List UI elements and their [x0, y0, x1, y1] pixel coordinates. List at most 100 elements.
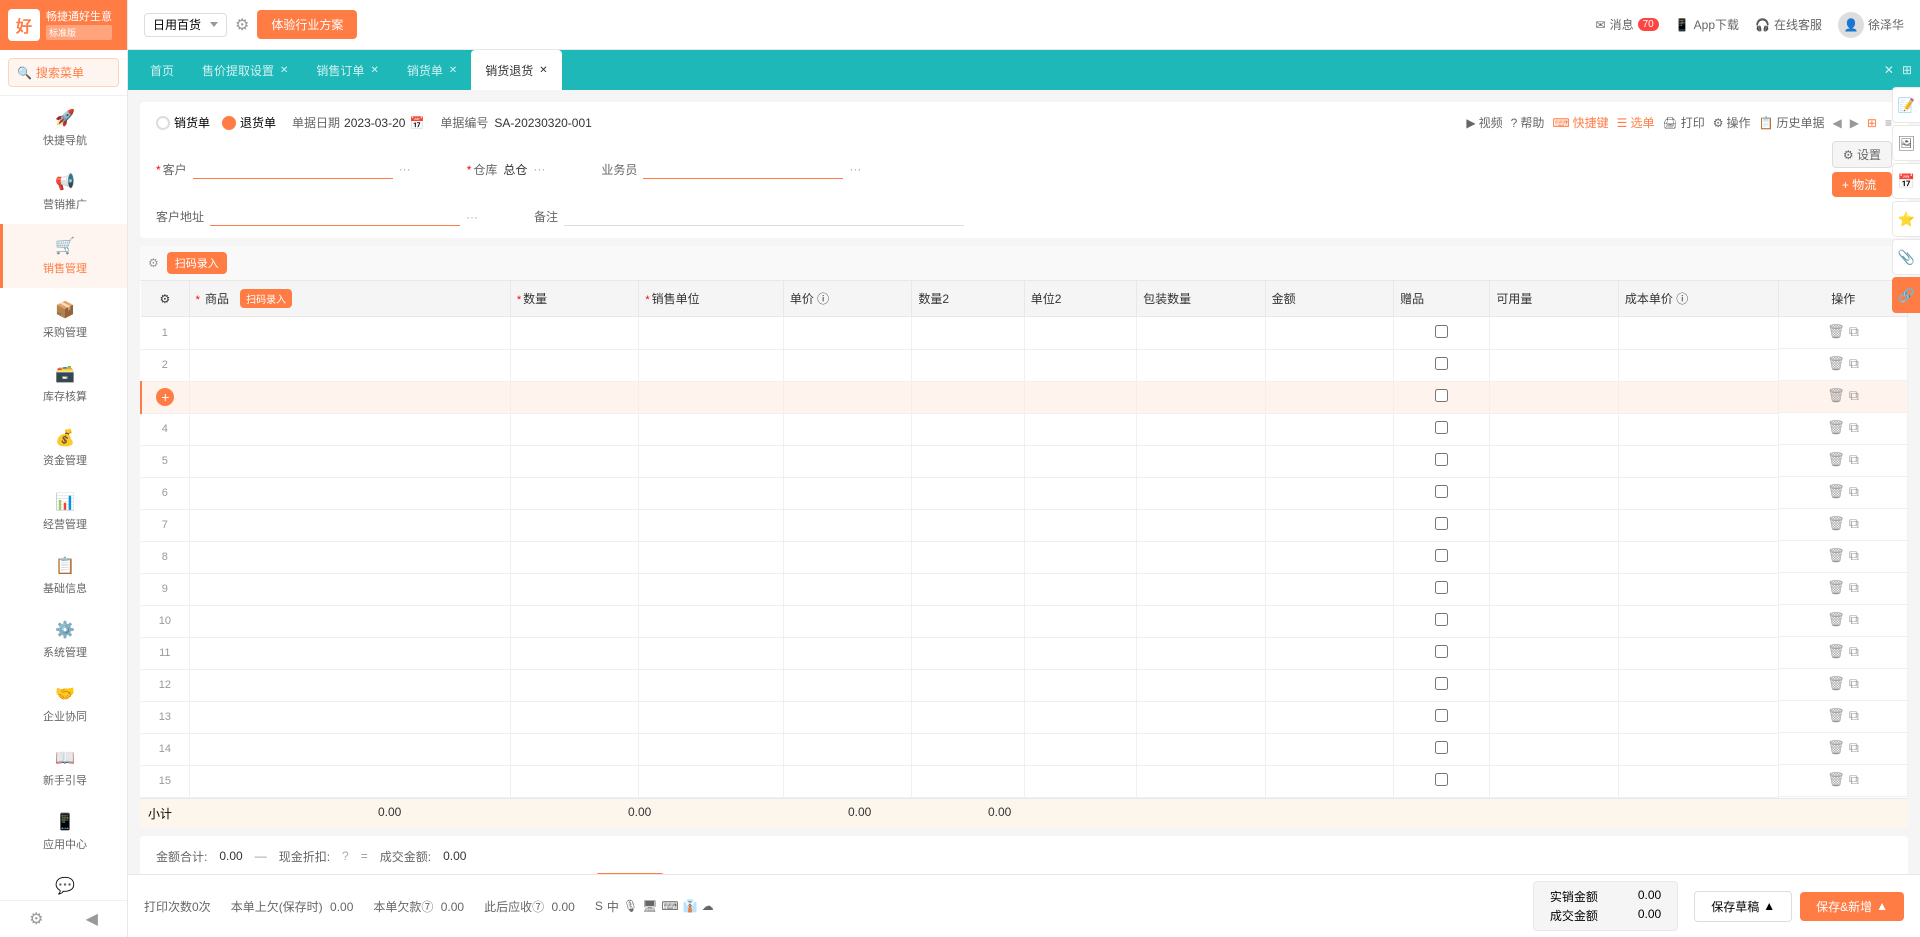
sidebar-item-system[interactable]: ⚙️ 系统管理 — [0, 608, 127, 672]
delete-icon[interactable]: 🗑 — [1827, 451, 1845, 470]
unit2-cell[interactable] — [1024, 669, 1136, 701]
print-btn[interactable]: 🖨 打印 — [1662, 114, 1704, 131]
float-clip-btn[interactable]: 📎 — [1892, 239, 1920, 275]
warehouse-picker-icon[interactable]: ··· — [533, 162, 545, 176]
quantity2-cell[interactable] — [912, 317, 1024, 350]
unit2-cell[interactable] — [1024, 573, 1136, 605]
amount-cell[interactable] — [1265, 605, 1393, 637]
quantity2-cell[interactable] — [912, 669, 1024, 701]
gift-checkbox[interactable] — [1435, 485, 1448, 498]
address-input[interactable] — [210, 207, 460, 226]
float-note-btn[interactable]: 📝 — [1892, 87, 1920, 123]
product-cell[interactable] — [189, 541, 510, 573]
lang-icon[interactable]: 中 — [607, 898, 619, 915]
sidebar-item-basic[interactable]: 📋 基础信息 — [0, 544, 127, 608]
quantity2-cell[interactable] — [912, 349, 1024, 381]
sidebar-item-quicknav[interactable]: 🚀 快捷导航 — [0, 96, 127, 160]
cost-price-cell[interactable] — [1618, 509, 1779, 541]
unit2-cell[interactable] — [1024, 445, 1136, 477]
history-btn[interactable]: 📋 历史单据 — [1758, 114, 1824, 131]
amount-cell[interactable] — [1265, 573, 1393, 605]
quantity-input[interactable] — [517, 742, 632, 756]
available-cell[interactable] — [1490, 413, 1618, 445]
package-qty-cell[interactable] — [1137, 413, 1265, 445]
quantity-input[interactable] — [517, 486, 632, 500]
more-tabs-icon[interactable]: ⊞ — [1902, 63, 1912, 77]
product-input[interactable] — [196, 518, 504, 532]
quantity2-cell[interactable] — [912, 509, 1024, 541]
gift-checkbox[interactable] — [1435, 581, 1448, 594]
quantity-input[interactable] — [517, 358, 632, 372]
tab-sales[interactable]: 销货单 ✕ — [393, 50, 471, 90]
unit-price-cell[interactable] — [783, 381, 911, 413]
customer-input[interactable] — [193, 160, 393, 179]
sidebar-item-appcenter[interactable]: 📱 应用中心 — [0, 800, 127, 864]
quantity-cell[interactable] — [510, 701, 638, 733]
available-cell[interactable] — [1490, 509, 1618, 541]
package-qty-cell[interactable] — [1137, 701, 1265, 733]
delete-icon[interactable]: 🗑 — [1827, 739, 1845, 758]
copy-icon[interactable]: ⧉ — [1849, 579, 1859, 598]
sale-unit-cell[interactable] — [639, 381, 784, 413]
copy-icon[interactable]: ⧉ — [1849, 419, 1859, 438]
grid-icon[interactable]: ⊞ — [1867, 116, 1877, 130]
tab-close-icon[interactable]: ✕ — [280, 65, 288, 76]
sale-unit-cell[interactable] — [639, 733, 784, 765]
product-input[interactable] — [196, 710, 504, 724]
prev-icon[interactable]: ◀ — [1832, 116, 1841, 130]
sale-unit-cell[interactable] — [639, 445, 784, 477]
copy-icon[interactable]: ⧉ — [1849, 675, 1859, 694]
quantity-cell[interactable] — [510, 477, 638, 509]
product-cell[interactable] — [189, 669, 510, 701]
unit-price-cell[interactable] — [783, 637, 911, 669]
product-cell[interactable] — [189, 413, 510, 445]
delete-icon[interactable]: 🗑 — [1827, 547, 1845, 566]
amount-cell[interactable] — [1265, 317, 1393, 350]
quantity-input[interactable] — [517, 582, 632, 596]
cost-price-cell[interactable] — [1618, 733, 1779, 765]
gift-cell[interactable] — [1394, 445, 1490, 477]
package-qty-cell[interactable] — [1137, 477, 1265, 509]
amount-cell[interactable] — [1265, 445, 1393, 477]
quantity-input[interactable] — [517, 422, 632, 436]
copy-icon[interactable]: ⧉ — [1849, 611, 1859, 630]
collapse-icon[interactable]: ◀ — [86, 909, 98, 929]
package-qty-cell[interactable] — [1137, 317, 1265, 350]
available-cell[interactable] — [1490, 349, 1618, 381]
gift-cell[interactable] — [1394, 605, 1490, 637]
gift-cell[interactable] — [1394, 381, 1490, 413]
product-cell[interactable] — [189, 445, 510, 477]
unit2-cell[interactable] — [1024, 381, 1136, 413]
gift-checkbox[interactable] — [1435, 709, 1448, 722]
available-cell[interactable] — [1490, 733, 1618, 765]
available-cell[interactable] — [1490, 637, 1618, 669]
keyboard-icon2[interactable]: ⌨ — [661, 899, 678, 913]
unit-price-cell[interactable] — [783, 541, 911, 573]
available-cell[interactable] — [1490, 573, 1618, 605]
available-cell[interactable] — [1490, 669, 1618, 701]
shortcut-btn[interactable]: ⌨ 快捷键 — [1552, 114, 1608, 131]
gift-cell[interactable] — [1394, 573, 1490, 605]
cloud-icon[interactable]: ☁ — [702, 899, 714, 913]
screen-icon[interactable]: 🖥 — [642, 899, 657, 913]
delete-icon[interactable]: 🗑 — [1827, 515, 1845, 534]
product-input[interactable] — [196, 646, 504, 660]
quantity2-cell[interactable] — [912, 605, 1024, 637]
available-cell[interactable] — [1490, 317, 1618, 350]
address-picker-icon[interactable]: ··· — [466, 210, 478, 224]
online-service-item[interactable]: 🎧 在线客服 — [1755, 16, 1822, 33]
search-menu-button[interactable]: 🔍 搜索菜单 — [8, 58, 119, 87]
gift-checkbox[interactable] — [1435, 357, 1448, 370]
discount-help-icon[interactable]: ? — [342, 849, 349, 863]
unit-price-cell[interactable] — [783, 477, 911, 509]
product-cell[interactable] — [189, 605, 510, 637]
quantity-cell[interactable] — [510, 349, 638, 381]
save-draft-button[interactable]: 保存草稿 ▲ — [1694, 891, 1792, 922]
gift-checkbox[interactable] — [1435, 645, 1448, 658]
gift-cell[interactable] — [1394, 669, 1490, 701]
delete-icon[interactable]: 🗑 — [1827, 707, 1845, 726]
sidebar-item-marketing[interactable]: 📢 营销推广 — [0, 160, 127, 224]
gift-checkbox[interactable] — [1435, 773, 1448, 786]
package-qty-cell[interactable] — [1137, 669, 1265, 701]
quantity2-cell[interactable] — [912, 381, 1024, 413]
